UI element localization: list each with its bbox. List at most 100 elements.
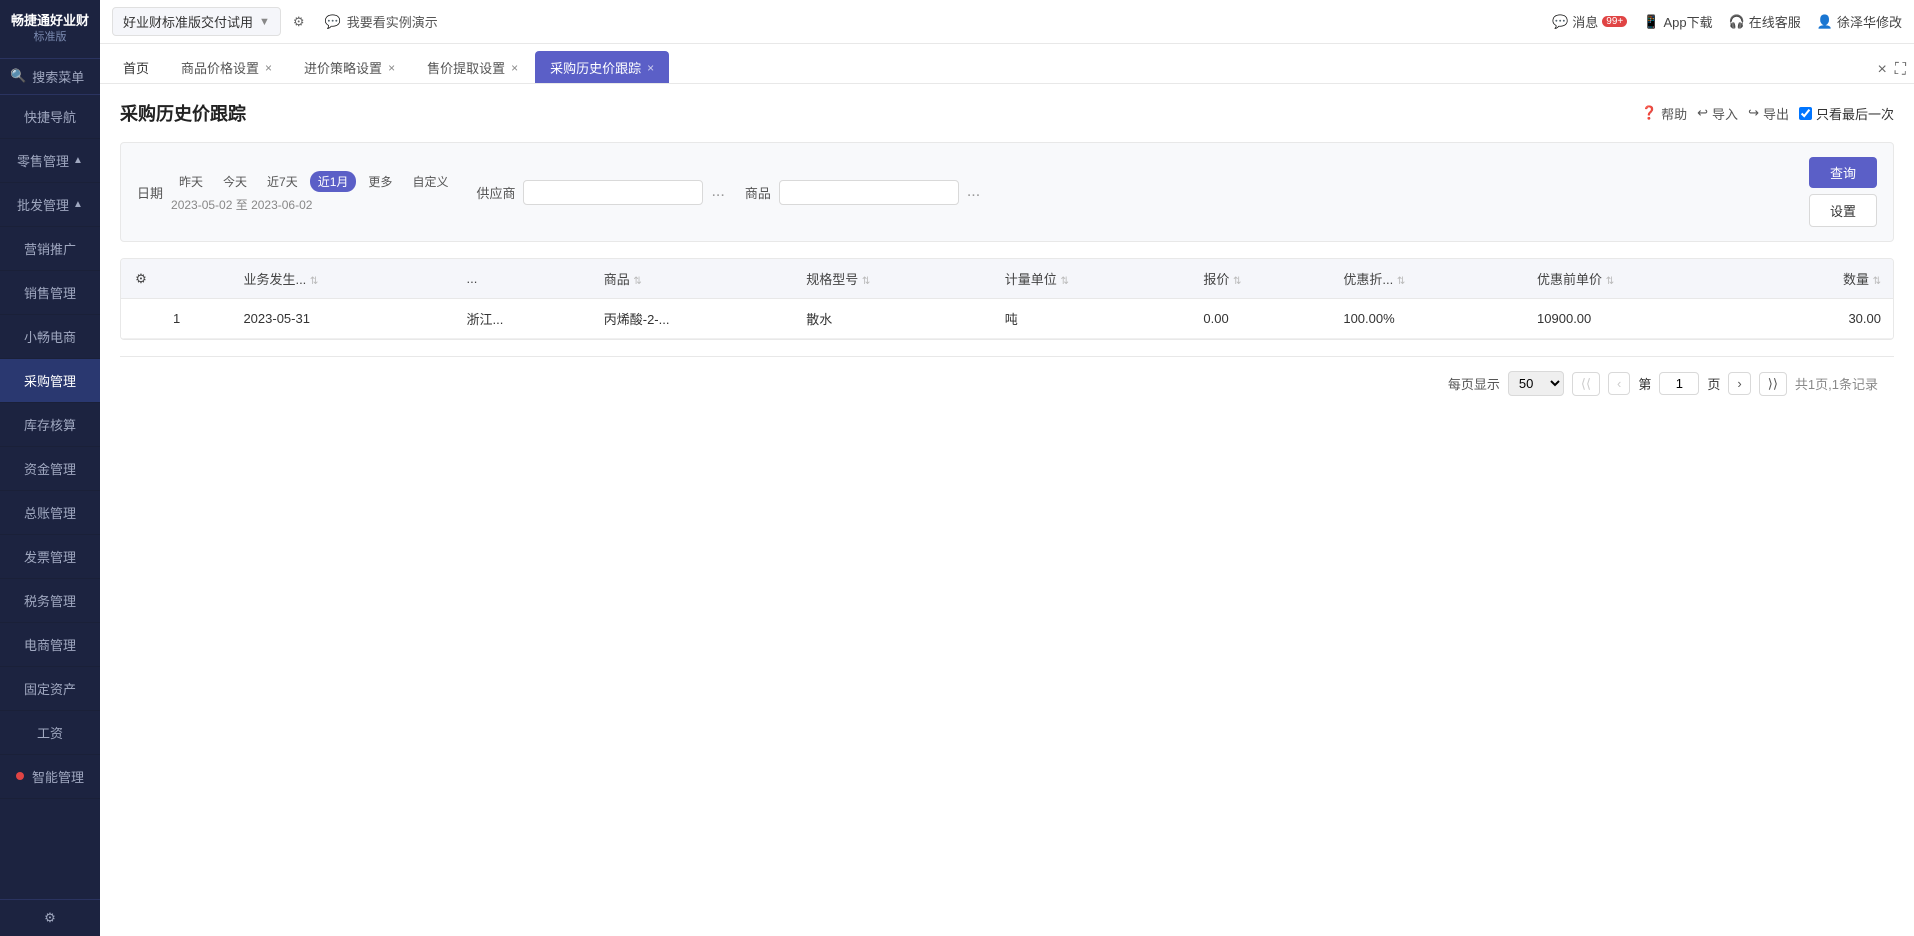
sidebar-item-label: 智能管理 (32, 767, 84, 786)
sidebar-item-tax[interactable]: 税务管理 (0, 579, 100, 623)
sidebar-item-quick-nav[interactable]: 快捷导航 (0, 95, 100, 139)
import-button[interactable]: ↩ 导入 (1697, 104, 1738, 123)
sidebar-item-purchase[interactable]: 采购管理 (0, 359, 100, 403)
per-page-select[interactable]: 50 10 20 100 (1508, 371, 1564, 396)
date-opt-yesterday[interactable]: 昨天 (171, 171, 211, 192)
username-label: 徐泽华修改 (1837, 12, 1902, 31)
date-opt-last7[interactable]: 近7天 (259, 171, 306, 192)
tab-history-price[interactable]: 采购历史价跟踪 × (535, 51, 669, 83)
sidebar-item-finance[interactable]: 资金管理 (0, 447, 100, 491)
content-area: 采购历史价跟踪 ❓ 帮助 ↩ 导入 ↪ 导出 (100, 84, 1914, 936)
col-discount[interactable]: 优惠折... ⇅ (1331, 259, 1525, 299)
sidebar-item-ecommerce[interactable]: 电商管理 (0, 623, 100, 667)
sort-quote-icon[interactable]: ⇅ (1233, 276, 1241, 287)
prev-page-button[interactable]: ‹ (1608, 372, 1630, 395)
col-gear[interactable]: ⚙ (121, 259, 161, 299)
sidebar-item-sales[interactable]: 销售管理 (0, 271, 100, 315)
table-container: ⚙ 业务发生... ⇅ ... 商品 ⇅ (120, 258, 1894, 340)
sort-spec-icon[interactable]: ⇅ (862, 276, 870, 287)
row-spec-cell: 散水 (794, 299, 993, 339)
topbar-settings-icon[interactable]: ⚙ (289, 10, 309, 34)
sidebar-item-retail[interactable]: 零售管理 ▲ (0, 139, 100, 183)
supplier-more-button[interactable]: ... (711, 183, 724, 201)
sidebar-item-label: 电商管理 (24, 635, 76, 654)
online-service-label: 在线客服 (1749, 12, 1801, 31)
message-icon: 💬 (1552, 14, 1568, 30)
sort-prediscount-icon[interactable]: ⇅ (1606, 276, 1614, 287)
date-opt-more[interactable]: 更多 (360, 171, 400, 192)
tab-sale-pickup[interactable]: 售价提取设置 × (412, 51, 533, 83)
window-close-button[interactable]: × (1877, 61, 1886, 79)
col-product[interactable]: 商品 ⇅ (592, 259, 794, 299)
sidebar-item-ledger[interactable]: 总账管理 (0, 491, 100, 535)
date-opt-today[interactable]: 今天 (215, 171, 255, 192)
table-header: ⚙ 业务发生... ⇅ ... 商品 ⇅ (121, 259, 1893, 299)
version-selector[interactable]: 好业财标准版交付试用 ▼ (112, 7, 281, 36)
sidebar-item-inventory[interactable]: 库存核算 (0, 403, 100, 447)
product-more-button[interactable]: ... (967, 183, 980, 201)
sidebar-item-label: 库存核算 (24, 415, 76, 434)
sidebar-item-label: 快捷导航 (24, 107, 76, 126)
page-container: 采购历史价跟踪 ❓ 帮助 ↩ 导入 ↪ 导出 (100, 84, 1914, 936)
filter-settings-button[interactable]: 设置 (1809, 194, 1877, 227)
sidebar-item-payroll[interactable]: 工资 (0, 711, 100, 755)
first-page-button[interactable]: ⟨⟨ (1572, 372, 1600, 396)
sort-date-icon[interactable]: ⇅ (310, 276, 318, 287)
sidebar-item-wholesale[interactable]: 批发管理 ▲ (0, 183, 100, 227)
sort-product-icon[interactable]: ⇅ (633, 276, 641, 287)
main-area: 好业财标准版交付试用 ▼ ⚙ 💬 我要看实例演示 💬 消息 99+ 📱 App下… (100, 0, 1914, 936)
filter-date-item: 日期 昨天 今天 近7天 近1月 更多 自定义 2023-05-02 至 202… (137, 171, 456, 213)
help-button[interactable]: ❓ 帮助 (1641, 104, 1687, 123)
sort-discount-icon[interactable]: ⇅ (1397, 276, 1405, 287)
topbar: 好业财标准版交付试用 ▼ ⚙ 💬 我要看实例演示 💬 消息 99+ 📱 App下… (100, 0, 1914, 44)
next-page-button[interactable]: › (1728, 372, 1750, 395)
row-unit-cell: 吨 (993, 299, 1192, 339)
pagination: 每页显示 50 10 20 100 ⟨⟨ ‹ 第 页 › ⟩⟩ 共1页,1条记录 (120, 356, 1894, 410)
date-opt-last1m[interactable]: 近1月 (310, 171, 357, 192)
window-maximize-button[interactable]: ⛶ (1895, 61, 1906, 79)
sidebar-bottom-settings[interactable]: ⚙ (0, 899, 100, 936)
tab-sale-pickup-close[interactable]: × (511, 61, 518, 75)
sort-unit-icon[interactable]: ⇅ (1060, 276, 1068, 287)
tab-history-price-close[interactable]: × (647, 61, 654, 75)
tab-price[interactable]: 商品价格设置 × (166, 51, 287, 83)
online-service-button[interactable]: 🎧 在线客服 (1729, 12, 1801, 31)
data-table: ⚙ 业务发生... ⇅ ... 商品 ⇅ (121, 259, 1893, 339)
sidebar-item-label: 固定资产 (24, 679, 76, 698)
query-button[interactable]: 查询 (1809, 157, 1877, 188)
tab-purchase-strategy-close[interactable]: × (388, 61, 395, 75)
col-quote[interactable]: 报价 ⇅ (1191, 259, 1331, 299)
messages-button[interactable]: 💬 消息 99+ (1552, 12, 1627, 31)
supplier-input[interactable] (523, 180, 703, 205)
user-menu-button[interactable]: 👤 徐泽华修改 (1817, 12, 1902, 31)
page-title: 采购历史价跟踪 (120, 100, 246, 126)
tab-home[interactable]: 首页 (108, 51, 164, 83)
col-quantity[interactable]: 数量 ⇅ (1753, 259, 1893, 299)
last-page-button[interactable]: ⟩⟩ (1759, 372, 1787, 396)
sort-quantity-icon[interactable]: ⇅ (1873, 276, 1881, 287)
page-input[interactable] (1659, 372, 1699, 395)
filter-bar: 日期 昨天 今天 近7天 近1月 更多 自定义 2023-05-02 至 202… (120, 142, 1894, 242)
export-button[interactable]: ↪ 导出 (1748, 104, 1789, 123)
col-unit[interactable]: 计量单位 ⇅ (993, 259, 1192, 299)
product-input[interactable] (779, 180, 959, 205)
sidebar-item-invoice[interactable]: 发票管理 (0, 535, 100, 579)
tab-price-close[interactable]: × (265, 61, 272, 75)
app-download-button[interactable]: 📱 App下载 (1643, 12, 1712, 31)
sidebar-item-assets[interactable]: 固定资产 (0, 667, 100, 711)
demo-button[interactable]: 💬 我要看实例演示 (317, 8, 446, 35)
col-date[interactable]: 业务发生... ⇅ (231, 259, 454, 299)
sidebar-search[interactable]: 🔍 搜索菜单 (0, 59, 100, 95)
col-spec[interactable]: 规格型号 ⇅ (794, 259, 993, 299)
col-pre-discount-price[interactable]: 优惠前单价 ⇅ (1525, 259, 1753, 299)
col-more[interactable]: ... (454, 259, 591, 299)
sidebar-item-label: 工资 (37, 723, 63, 742)
sidebar-item-ecommerce-small[interactable]: 小畅电商 (0, 315, 100, 359)
tabs-bar: 首页 商品价格设置 × 进价策略设置 × 售价提取设置 × 采购历史价跟踪 × … (100, 44, 1914, 84)
only-last-checkbox-label[interactable]: 只看最后一次 (1799, 104, 1894, 123)
sidebar-item-smart[interactable]: 智能管理 (0, 755, 100, 799)
only-last-checkbox[interactable] (1799, 107, 1812, 120)
sidebar-item-marketing[interactable]: 营销推广 (0, 227, 100, 271)
date-opt-custom[interactable]: 自定义 (404, 171, 456, 192)
tab-purchase-strategy[interactable]: 进价策略设置 × (289, 51, 410, 83)
